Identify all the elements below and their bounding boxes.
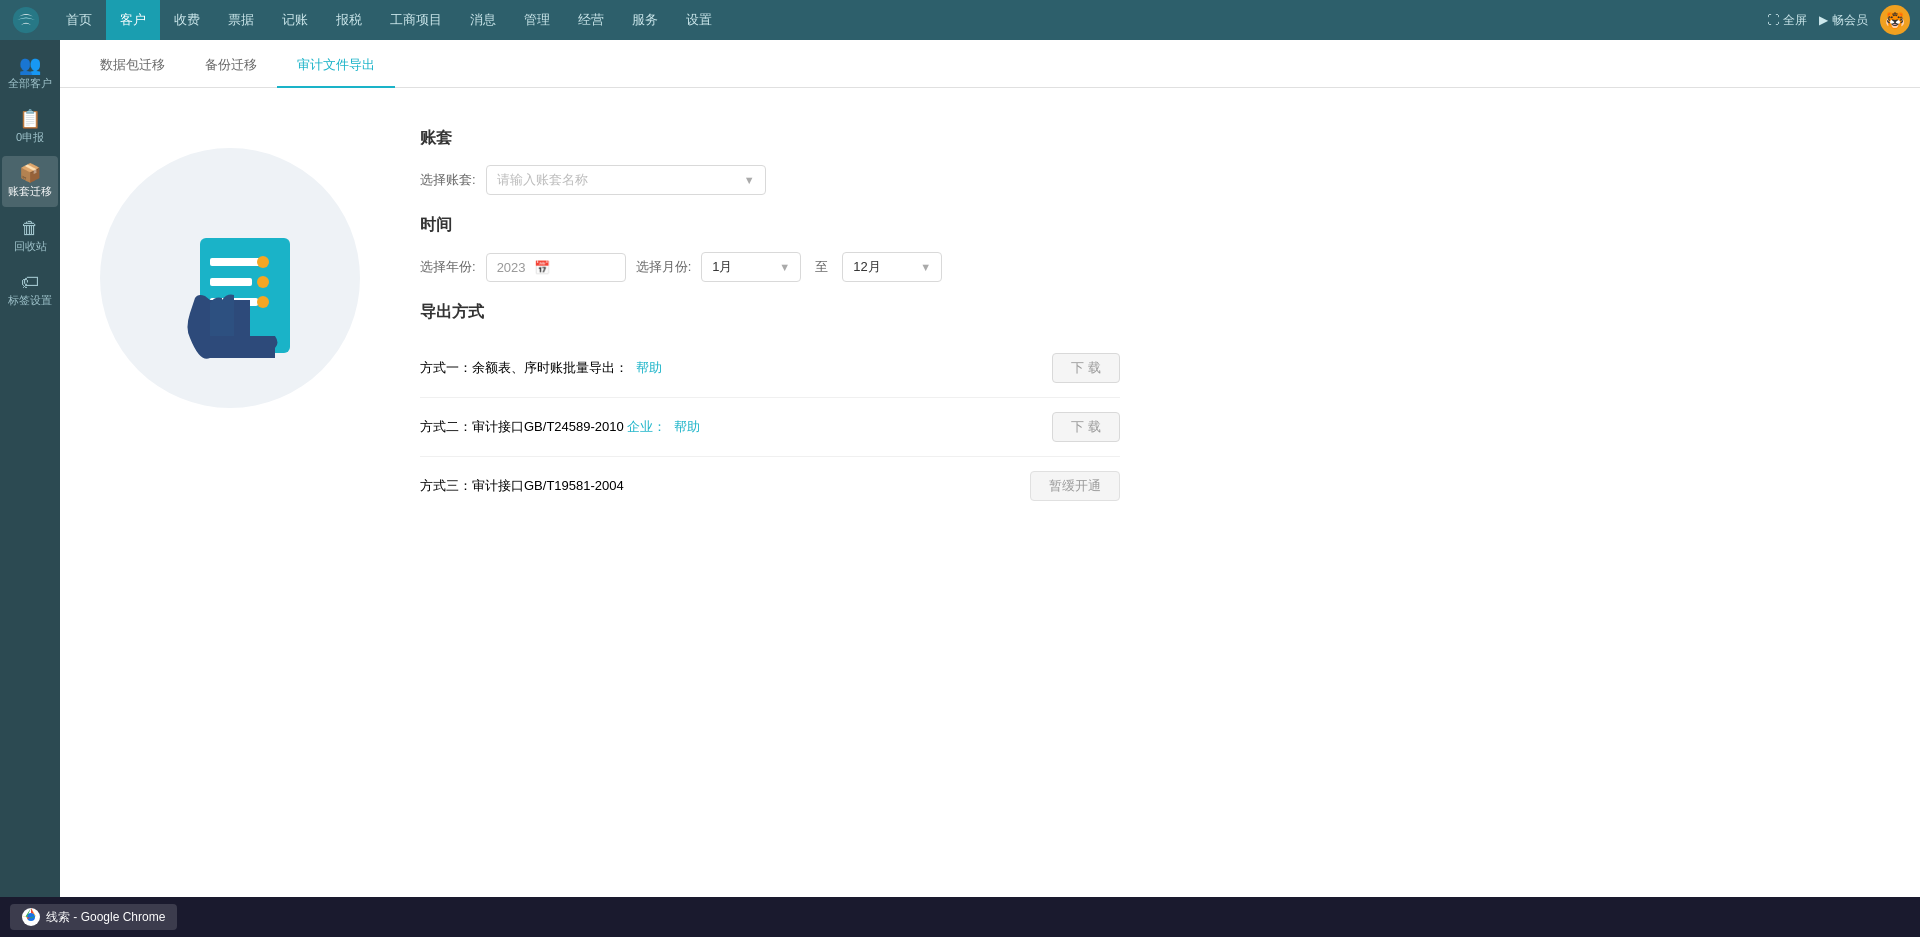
- sidebar-item-label-tag: 标签设置: [8, 294, 52, 307]
- account-placeholder: 请输入账套名称: [497, 171, 588, 189]
- svg-point-7: [257, 276, 269, 288]
- export-method-3-label: 方式三：审计接口GB/T19581-2004: [420, 477, 624, 495]
- form-area: 账套 选择账套: 请输入账套名称 ▼ 时间 选择年份: 2023 📅: [420, 128, 1120, 857]
- sidebar-item-label-declaration: 0申报: [16, 131, 44, 144]
- chevron-down-icon: ▼: [744, 174, 755, 186]
- sidebar-item-label-customers: 全部客户: [8, 77, 52, 90]
- nav-service[interactable]: 服务: [618, 0, 672, 40]
- account-select[interactable]: 请输入账套名称 ▼: [486, 165, 766, 195]
- migration-icon: 📦: [19, 164, 41, 182]
- export-method-2-label: 方式二：审计接口GB/T24589-2010 企业： 帮助: [420, 418, 700, 436]
- nav-settings[interactable]: 设置: [672, 0, 726, 40]
- svg-point-8: [257, 296, 269, 308]
- fullscreen-label: 全屏: [1783, 12, 1807, 29]
- sidebar-item-label-migration: 账套迁移: [8, 185, 52, 198]
- export-method-3: 方式三：审计接口GB/T19581-2004 暂缓开通: [420, 457, 1120, 515]
- play-icon: ▶: [1819, 13, 1828, 27]
- export-methods: 方式一：余额表、序时账批量导出： 帮助 下 载 方式二：审计接口GB/T2458…: [420, 339, 1120, 515]
- nav-right-area: ⛶ 全屏 ▶ 畅会员 🐯: [1767, 5, 1910, 35]
- nav-management[interactable]: 管理: [510, 0, 564, 40]
- main-layout: 👥 全部客户 📋 0申报 📦 账套迁移 🗑 回收站 🏷 标签设置 数据包迁移 备…: [0, 40, 1920, 897]
- month-label: 选择月份:: [636, 258, 692, 276]
- svg-rect-2: [210, 258, 260, 266]
- year-value: 2023: [497, 260, 526, 275]
- svg-point-6: [257, 256, 269, 268]
- nav-home[interactable]: 首页: [52, 0, 106, 40]
- illustration-area: [100, 128, 360, 857]
- month-end-chevron-icon: ▼: [920, 261, 931, 273]
- method-1-download-button[interactable]: 下 载: [1052, 353, 1120, 383]
- month-start-value: 1月: [712, 258, 732, 276]
- app-logo: [10, 4, 42, 36]
- svg-rect-3: [210, 278, 252, 286]
- month-start-chevron-icon: ▼: [779, 261, 790, 273]
- nav-bookkeeping[interactable]: 记账: [268, 0, 322, 40]
- sidebar: 👥 全部客户 📋 0申报 📦 账套迁移 🗑 回收站 🏷 标签设置: [0, 40, 60, 897]
- sidebar-item-zero-declaration[interactable]: 📋 0申报: [2, 102, 58, 152]
- recycle-icon: 🗑: [21, 219, 39, 237]
- page-content: 账套 选择账套: 请输入账套名称 ▼ 时间 选择年份: 2023 📅: [60, 88, 1920, 897]
- to-separator: 至: [815, 258, 828, 276]
- illustration-svg: [130, 168, 330, 388]
- nav-fee[interactable]: 收费: [160, 0, 214, 40]
- year-label: 选择年份:: [420, 258, 476, 276]
- method-1-text: 方式一：余额表、序时账批量导出：: [420, 360, 628, 375]
- month-end-select[interactable]: 12月 ▼: [842, 252, 942, 282]
- fullscreen-button[interactable]: ⛶ 全屏: [1767, 12, 1807, 29]
- calendar-icon: 📅: [534, 260, 550, 275]
- method-1-help-link[interactable]: 帮助: [636, 360, 662, 375]
- taskbar-item-label: 线索 - Google Chrome: [46, 909, 165, 926]
- user-avatar[interactable]: 🐯: [1880, 5, 1910, 35]
- customers-icon: 👥: [19, 56, 41, 74]
- export-section-title: 导出方式: [420, 302, 1120, 323]
- declaration-icon: 📋: [19, 110, 41, 128]
- method-3-text: 方式三：审计接口GB/T19581-2004: [420, 478, 624, 493]
- tag-icon: 🏷: [21, 273, 39, 291]
- tab-audit-export[interactable]: 审计文件导出: [277, 44, 395, 88]
- chrome-icon: [22, 908, 40, 926]
- sidebar-item-all-customers[interactable]: 👥 全部客户: [2, 48, 58, 98]
- nav-menu: 首页 客户 收费 票据 记账 报税 工商项目 消息 管理 经营 服务 设置: [52, 0, 1767, 40]
- method-2-company-link[interactable]: 企业：: [627, 419, 666, 434]
- sidebar-item-label-recycle: 回收站: [14, 240, 47, 253]
- month-end-value: 12月: [853, 258, 880, 276]
- tab-backup-migration[interactable]: 备份迁移: [185, 44, 277, 88]
- method-2-text: 方式二：审计接口GB/T24589-2010: [420, 419, 624, 434]
- member-label: 畅会员: [1832, 12, 1868, 29]
- method-2-help-link[interactable]: 帮助: [674, 419, 700, 434]
- time-section-title: 时间: [420, 215, 1120, 236]
- nav-operation[interactable]: 经营: [564, 0, 618, 40]
- year-input[interactable]: 2023 📅: [486, 253, 626, 282]
- export-method-1: 方式一：余额表、序时账批量导出： 帮助 下 载: [420, 339, 1120, 398]
- content-area: 数据包迁移 备份迁移 审计文件导出: [60, 40, 1920, 897]
- nav-invoice[interactable]: 票据: [214, 0, 268, 40]
- fullscreen-icon: ⛶: [1767, 13, 1779, 27]
- nav-business[interactable]: 工商项目: [376, 0, 456, 40]
- svg-point-0: [13, 7, 39, 33]
- sidebar-item-tag-settings[interactable]: 🏷 标签设置: [2, 265, 58, 315]
- tabs-bar: 数据包迁移 备份迁移 审计文件导出: [60, 40, 1920, 88]
- taskbar: 线索 - Google Chrome: [0, 897, 1920, 937]
- top-navigation: 首页 客户 收费 票据 记账 报税 工商项目 消息 管理 经营 服务 设置 ⛶ …: [0, 0, 1920, 40]
- account-section-title: 账套: [420, 128, 1120, 149]
- method-2-download-button[interactable]: 下 载: [1052, 412, 1120, 442]
- account-label: 选择账套:: [420, 171, 476, 189]
- tab-data-migration[interactable]: 数据包迁移: [80, 44, 185, 88]
- export-method-1-label: 方式一：余额表、序时账批量导出： 帮助: [420, 359, 662, 377]
- member-button[interactable]: ▶ 畅会员: [1819, 12, 1868, 29]
- nav-customer[interactable]: 客户: [106, 0, 160, 40]
- account-row: 选择账套: 请输入账套名称 ▼: [420, 165, 1120, 195]
- nav-tax[interactable]: 报税: [322, 0, 376, 40]
- nav-message[interactable]: 消息: [456, 0, 510, 40]
- taskbar-chrome-item[interactable]: 线索 - Google Chrome: [10, 904, 177, 930]
- sidebar-item-account-migration[interactable]: 📦 账套迁移: [2, 156, 58, 206]
- method-3-coming-soon-button[interactable]: 暂缓开通: [1030, 471, 1120, 501]
- time-row: 选择年份: 2023 📅 选择月份: 1月 ▼ 至 12月 ▼: [420, 252, 1120, 282]
- sidebar-item-recycle[interactable]: 🗑 回收站: [2, 211, 58, 261]
- month-start-select[interactable]: 1月 ▼: [701, 252, 801, 282]
- illustration-circle: [100, 148, 360, 408]
- export-method-2: 方式二：审计接口GB/T24589-2010 企业： 帮助 下 载: [420, 398, 1120, 457]
